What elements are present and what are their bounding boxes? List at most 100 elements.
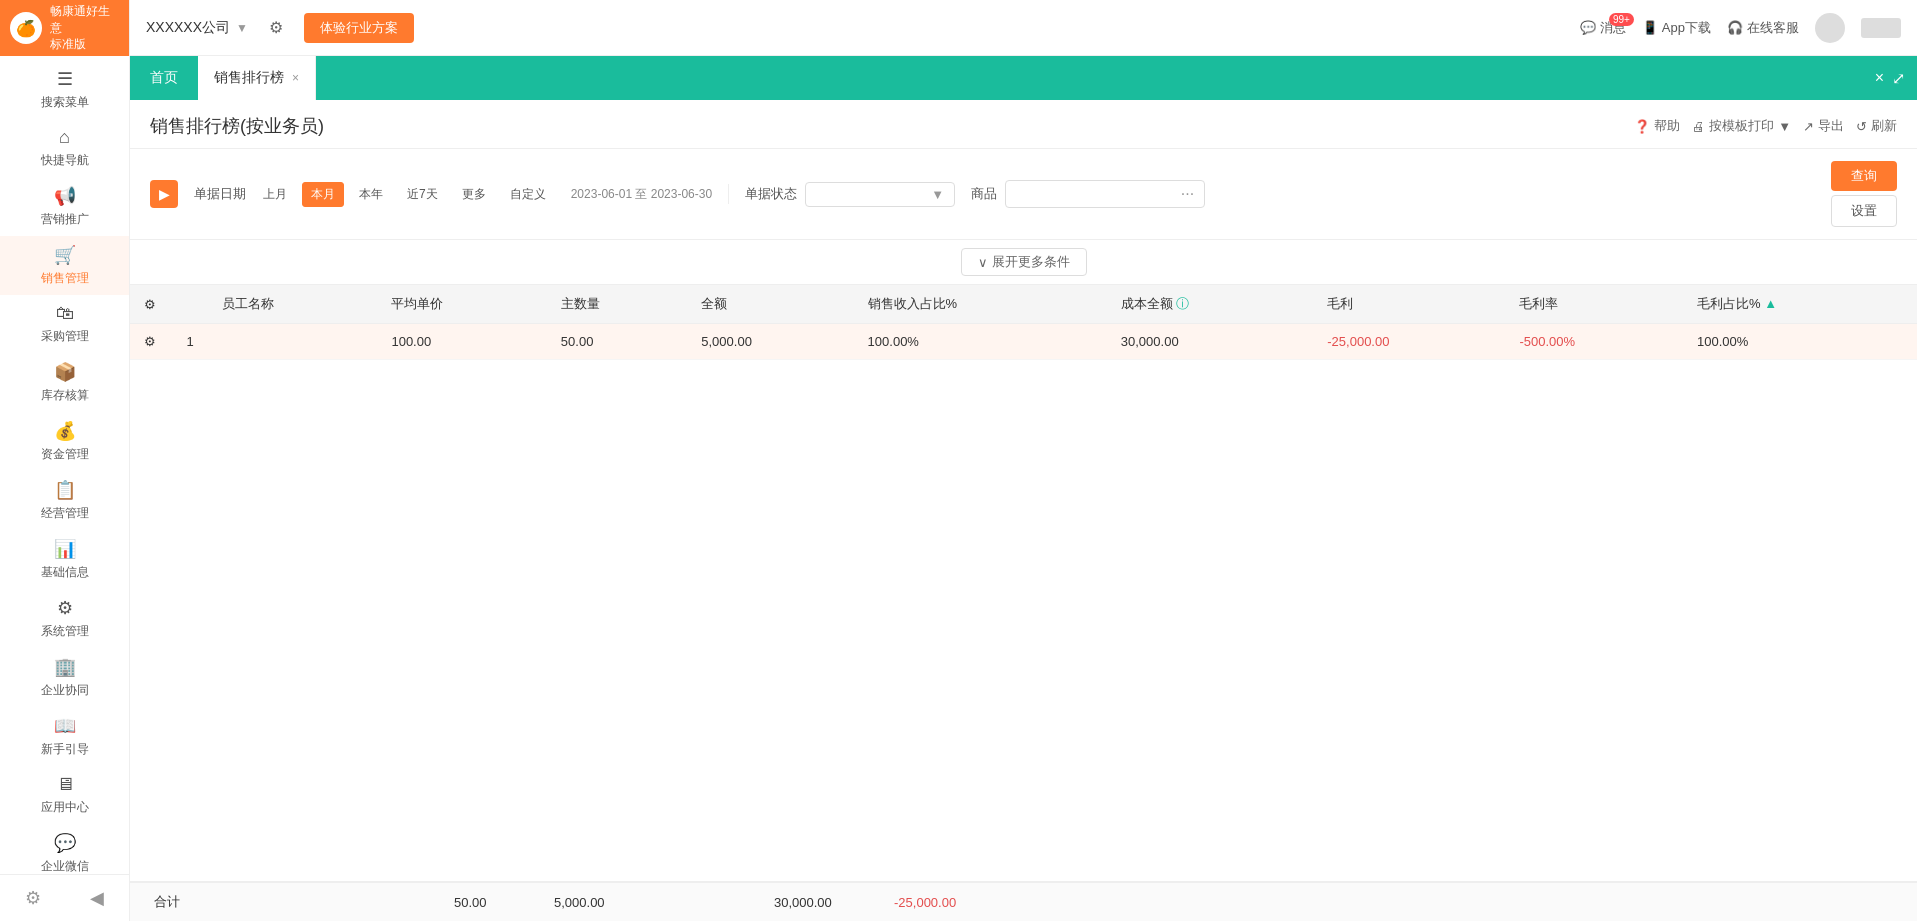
logo-text: 畅康通好生意 标准版 bbox=[50, 3, 119, 53]
sidebar-collapse-icon[interactable]: ◀ bbox=[90, 887, 104, 909]
page-actions: ❓ 帮助 🖨 按模板打印 ▼ ↗ 导出 ↺ 刷新 bbox=[1634, 117, 1897, 135]
row-main-qty: 50.00 bbox=[549, 324, 689, 360]
sidebar-label-search-order: 搜索菜单 bbox=[41, 94, 89, 111]
template-print-btn[interactable]: 🖨 按模板打印 ▼ bbox=[1692, 117, 1791, 135]
row-gross-rate: -500.00% bbox=[1507, 324, 1685, 360]
sidebar-icon-search-order: ☰ bbox=[57, 68, 73, 90]
sidebar-icon-enterprise: 🏢 bbox=[54, 656, 76, 678]
sidebar-item-quick-nav[interactable]: ⌂快捷导航 bbox=[0, 119, 129, 177]
trial-button[interactable]: 体验行业方案 bbox=[304, 13, 414, 43]
sidebar-item-wechat[interactable]: 💬企业微信 bbox=[0, 824, 129, 874]
sidebar-item-purchase[interactable]: 🛍 采购管理 bbox=[0, 295, 129, 353]
sales-table: ⚙ 员工名称 平均单价 主数量 全额 销售收入占比% 成本全额 ⓘ 毛利 毛利率… bbox=[130, 285, 1917, 360]
tab-maximize-icon[interactable]: ⤢ bbox=[1892, 69, 1905, 88]
sidebar-item-operations[interactable]: 📋 经营管理 bbox=[0, 471, 129, 530]
sidebar-item-guide[interactable]: 📖新手引导 bbox=[0, 707, 129, 766]
status-label: 单据状态 bbox=[745, 185, 797, 203]
footer-gross-profit: -25,000.00 bbox=[882, 895, 1002, 910]
date-tab-last_month[interactable]: 上月 bbox=[254, 182, 296, 207]
col-header-employee: 员工名称 bbox=[210, 285, 379, 324]
question-icon: ❓ bbox=[1634, 119, 1650, 134]
page-header: 销售排行榜(按业务员) ❓ 帮助 🖨 按模板打印 ▼ ↗ 导出 bbox=[130, 100, 1917, 149]
query-button[interactable]: 查询 bbox=[1831, 161, 1897, 191]
footer-amount: 5,000.00 bbox=[542, 895, 642, 910]
sidebar-label-quick-nav: 快捷导航 bbox=[41, 152, 89, 169]
table-row: ⚙ 1 100.00 50.00 5,000.00 100.00% 30,000… bbox=[130, 324, 1917, 360]
row-employee bbox=[210, 324, 379, 360]
sidebar-item-app-center[interactable]: 🖥应用中心 bbox=[0, 766, 129, 824]
print-icon: 🖨 bbox=[1692, 119, 1705, 134]
sidebar-item-search-order[interactable]: ☰ 搜索菜单 bbox=[0, 60, 129, 119]
sidebar-label-purchase: 采购管理 bbox=[41, 328, 89, 345]
sidebar-icon-operations: 📋 bbox=[54, 479, 76, 501]
sidebar-icon-basic-info: 📊 bbox=[54, 538, 76, 560]
col-header-gross-pct: 毛利占比% ▲ bbox=[1685, 285, 1917, 324]
row-settings[interactable]: ⚙ bbox=[130, 324, 170, 360]
table-footer: 合计 50.00 5,000.00 30,000.00 -25,000.00 bbox=[130, 881, 1917, 921]
tab-close-icon[interactable]: × bbox=[292, 71, 299, 85]
row-gross-pct: 100.00% bbox=[1685, 324, 1917, 360]
filter-status-group: 单据状态 ▼ bbox=[745, 182, 955, 207]
date-tab-custom[interactable]: 自定义 bbox=[501, 182, 555, 207]
table-wrapper: ⚙ 员工名称 平均单价 主数量 全额 销售收入占比% 成本全额 ⓘ 毛利 毛利率… bbox=[130, 285, 1917, 881]
sidebar-label-system: 系统管理 bbox=[41, 623, 89, 640]
filter-date-group: 单据日期 上月本月本年近7天更多自定义 bbox=[194, 182, 555, 207]
sidebar-item-sales[interactable]: 🛒销售管理 bbox=[0, 236, 129, 295]
message-icon: 💬 bbox=[1580, 20, 1596, 35]
col-header-amount: 全额 bbox=[689, 285, 855, 324]
headset-icon: 🎧 bbox=[1727, 20, 1743, 35]
date-tab-more[interactable]: 更多 bbox=[453, 182, 495, 207]
sidebar-icon-purchase: 🛍 bbox=[56, 303, 74, 324]
help-btn[interactable]: ❓ 帮助 bbox=[1634, 117, 1680, 135]
sidebar-item-finance[interactable]: 💰资金管理 bbox=[0, 412, 129, 471]
filter-settings-button[interactable]: 设置 bbox=[1831, 195, 1897, 227]
goods-input[interactable]: ··· bbox=[1005, 180, 1205, 208]
template-print-chevron-icon: ▼ bbox=[1778, 119, 1791, 134]
col-header-settings: ⚙ bbox=[130, 285, 170, 324]
export-btn[interactable]: ↗ 导出 bbox=[1803, 117, 1844, 135]
status-select[interactable]: ▼ bbox=[805, 182, 955, 207]
refresh-btn[interactable]: ↺ 刷新 bbox=[1856, 117, 1897, 135]
expand-conditions-btn[interactable]: ∨ 展开更多条件 bbox=[961, 248, 1087, 276]
footer-cost: 30,000.00 bbox=[762, 895, 882, 910]
tab-sales-ranking-label: 销售排行榜 bbox=[214, 69, 284, 87]
date-tab-this_month[interactable]: 本月 bbox=[302, 182, 344, 207]
sidebar-item-marketing[interactable]: 📢营销推广 bbox=[0, 177, 129, 236]
sidebar-settings-icon[interactable]: ⚙ bbox=[25, 887, 41, 909]
message-item[interactable]: 💬 消息 99+ bbox=[1580, 19, 1626, 37]
sidebar-icon-wechat: 💬 bbox=[54, 832, 76, 854]
row-cost: 30,000.00 bbox=[1109, 324, 1315, 360]
sidebar-logo: 🍊 畅康通好生意 标准版 bbox=[0, 0, 129, 56]
sidebar-item-system[interactable]: ⚙系统管理 bbox=[0, 589, 129, 648]
status-select-chevron-icon: ▼ bbox=[931, 187, 944, 202]
date-tab-this_year[interactable]: 本年 bbox=[350, 182, 392, 207]
tab-home[interactable]: 首页 bbox=[130, 56, 198, 100]
header-right: 💬 消息 99+ 📱 App下载 🎧 在线客服 bbox=[1580, 13, 1901, 43]
sidebar-icon-inventory: 📦 bbox=[54, 361, 76, 383]
sidebar-label-finance: 资金管理 bbox=[41, 446, 89, 463]
tab-minimize-icon[interactable]: × bbox=[1875, 69, 1884, 87]
sidebar-bottom: ⚙ ◀ bbox=[0, 874, 129, 921]
sidebar-label-sales: 销售管理 bbox=[41, 270, 89, 287]
date-tab-last_7[interactable]: 近7天 bbox=[398, 182, 447, 207]
app-download-label: App下载 bbox=[1662, 19, 1711, 37]
online-service-item[interactable]: 🎧 在线客服 bbox=[1727, 19, 1799, 37]
row-avg-price: 100.00 bbox=[379, 324, 548, 360]
header-settings-icon[interactable]: ⚙ bbox=[260, 12, 292, 44]
sidebar-label-operations: 经营管理 bbox=[41, 505, 89, 522]
filter-expand-btn[interactable]: ▶ bbox=[150, 180, 178, 208]
date-range: 2023-06-01 至 2023-06-30 bbox=[571, 186, 712, 203]
sidebar-item-enterprise[interactable]: 🏢 企业协同 bbox=[0, 648, 129, 707]
filter-separator bbox=[728, 184, 729, 204]
sidebar-label-inventory: 库存核算 bbox=[41, 387, 89, 404]
username-placeholder bbox=[1861, 18, 1901, 38]
sidebar-item-basic-info[interactable]: 📊基础信息 bbox=[0, 530, 129, 589]
tab-sales-ranking[interactable]: 销售排行榜 × bbox=[198, 56, 316, 100]
app-download-item[interactable]: 📱 App下载 bbox=[1642, 19, 1711, 37]
company-selector[interactable]: XXXXXX公司 ▼ bbox=[146, 19, 248, 37]
sidebar-item-inventory[interactable]: 📦 库存核算 bbox=[0, 353, 129, 412]
expand-conditions-row: ∨ 展开更多条件 bbox=[130, 240, 1917, 285]
user-avatar[interactable] bbox=[1815, 13, 1845, 43]
sidebar-label-enterprise: 企业协同 bbox=[41, 682, 89, 699]
sidebar-label-guide: 新手引导 bbox=[41, 741, 89, 758]
